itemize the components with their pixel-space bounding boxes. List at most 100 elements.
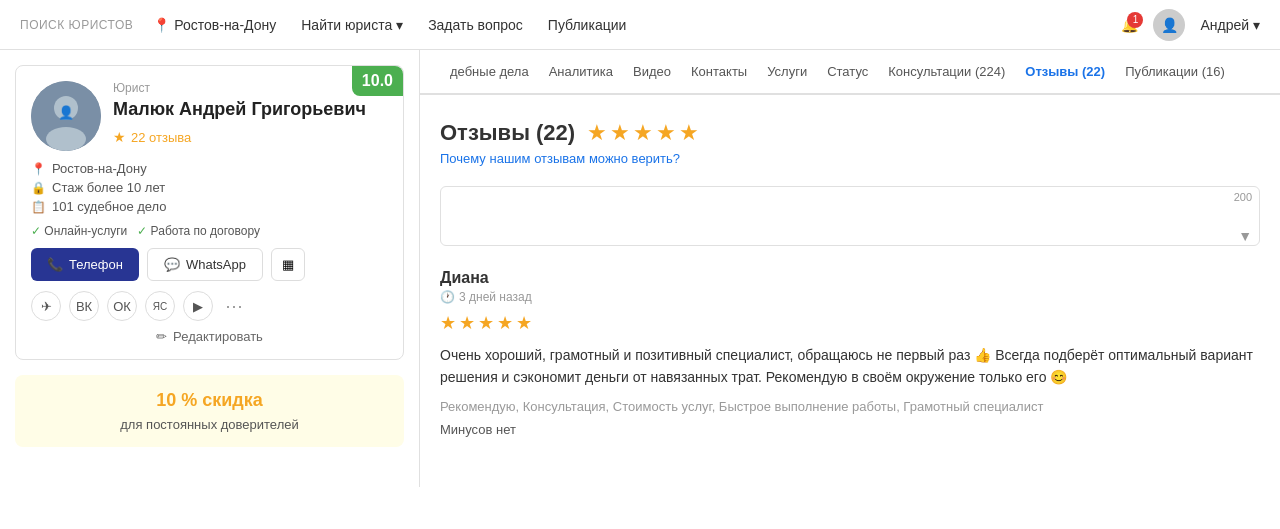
rating-stars: ★ ★ ★ ★ ★ [587, 120, 699, 146]
sidebar: 10.0 👤 Юрист Малюк Андрей Григорьевич ★ [0, 50, 420, 487]
textarea-expand-icon[interactable]: ▼ [1238, 228, 1252, 244]
reviewer-name: Диана [440, 269, 1260, 287]
discount-desc: для постоянных доверителей [30, 417, 389, 432]
tab-reviews[interactable]: Отзывы (22) [1015, 50, 1115, 95]
tab-contacts-label: Контакты [691, 64, 747, 79]
lawyer-experience: 🔒 Стаж более 10 лет [31, 180, 388, 195]
main-container: 10.0 👤 Юрист Малюк Андрей Григорьевич ★ [0, 50, 1280, 487]
tab-video[interactable]: Видео [623, 50, 681, 95]
svg-text:👤: 👤 [58, 104, 75, 121]
right-content: дебные дела Аналитика Видео Контакты Усл… [420, 50, 1280, 487]
telegram-icon[interactable]: ✈ [31, 291, 61, 321]
nav-publications[interactable]: Публикации [548, 17, 626, 33]
review-text: Очень хороший, грамотный и позитивный сп… [440, 344, 1260, 389]
tab-consultations-label: Консультации (224) [888, 64, 1005, 79]
tab-analytics[interactable]: Аналитика [539, 50, 623, 95]
tab-contacts[interactable]: Контакты [681, 50, 757, 95]
nav-find-lawyer-label: Найти юриста ▾ [301, 17, 403, 33]
edit-icon: ✏ [156, 329, 167, 344]
review-stars: ★ ★ ★ ★ ★ [440, 312, 1260, 334]
whatsapp-button[interactable]: 💬 WhatsApp [147, 248, 263, 281]
contract-label: Работа по договору [151, 224, 260, 238]
review-star-2: ★ [459, 312, 475, 334]
clock-icon: 🕐 [440, 290, 455, 304]
phone-button[interactable]: 📞 Телефон [31, 248, 139, 281]
qr-button[interactable]: ▦ [271, 248, 305, 281]
check-icon-1: ✓ [31, 224, 41, 238]
header-left: ПОИСК ЮРИСТОВ 📍 Ростов-на-Дону Найти юри… [20, 17, 626, 33]
experience-icon: 🔒 [31, 181, 46, 195]
review-minus: Минусов нет [440, 422, 1260, 437]
tab-services[interactable]: Услуги [757, 50, 817, 95]
whatsapp-label: WhatsApp [186, 257, 246, 272]
lawyer-details: 📍 Ростов-на-Дону 🔒 Стаж более 10 лет 📋 1… [31, 161, 388, 214]
search-lawyers-label: ПОИСК ЮРИСТОВ [20, 18, 133, 32]
nav-ask-question-label: Задать вопрос [428, 17, 523, 33]
review-textarea[interactable] [440, 186, 1260, 246]
tab-court-cases-label: дебные дела [450, 64, 529, 79]
reviews-text: 22 отзыва [131, 130, 191, 145]
review-tags: Рекомендую, Консультация, Стоимость услу… [440, 399, 1260, 414]
star-1: ★ [587, 120, 607, 146]
contract-check: ✓ Работа по договору [137, 224, 260, 238]
tab-publications-label: Публикации (16) [1125, 64, 1225, 79]
reviews-header: Отзывы (22) ★ ★ ★ ★ ★ [440, 120, 1260, 146]
tab-status[interactable]: Статус [817, 50, 878, 95]
lawyer-name: Малюк Андрей Григорьевич [113, 98, 366, 121]
location-label: Ростов-на-Дону [174, 17, 276, 33]
star-icon: ★ [113, 129, 126, 145]
cases-icon: 📋 [31, 200, 46, 214]
location-item[interactable]: 📍 Ростов-на-Дону [153, 17, 276, 33]
action-buttons: 📞 Телефон 💬 WhatsApp ▦ [31, 248, 388, 281]
tab-publications[interactable]: Публикации (16) [1115, 50, 1235, 95]
phone-label: Телефон [69, 257, 123, 272]
notifications-bell[interactable]: 🔔 1 [1121, 17, 1138, 33]
header: ПОИСК ЮРИСТОВ 📍 Ростов-на-Дону Найти юри… [0, 0, 1280, 50]
lawyer-cases: 📋 101 судебное дело [31, 199, 388, 214]
vk-icon[interactable]: ВК [69, 291, 99, 321]
user-avatar: 👤 [1153, 9, 1185, 41]
user-name[interactable]: Андрей ▾ [1200, 17, 1260, 33]
review-textarea-wrap: 200 ▼ [440, 186, 1260, 249]
reviews-section: Отзывы (22) ★ ★ ★ ★ ★ Почему нашим отзыв… [420, 95, 1280, 487]
review-star-3: ★ [478, 312, 494, 334]
trust-link[interactable]: Почему нашим отзывам можно верить? [440, 151, 1260, 166]
lawyer-location-text: Ростов-на-Дону [52, 161, 147, 176]
lawyer-text-info: Юрист Малюк Андрей Григорьевич ★ 22 отзы… [113, 81, 366, 145]
location-pin-icon: 📍 [153, 17, 170, 33]
reviews-title: Отзывы (22) [440, 120, 575, 146]
tab-consultations[interactable]: Консультации (224) [878, 50, 1015, 95]
lawyer-avatar: 👤 [31, 81, 101, 151]
star-3: ★ [633, 120, 653, 146]
lawyer-title: Юрист [113, 81, 366, 95]
review-time: 🕐 3 дней назад [440, 290, 1260, 304]
lawyer-cases-text: 101 судебное дело [52, 199, 167, 214]
review-star-1: ★ [440, 312, 456, 334]
review-star-4: ★ [497, 312, 513, 334]
tab-court-cases[interactable]: дебные дела [440, 50, 539, 95]
yc-icon[interactable]: ЯС [145, 291, 175, 321]
location-icon: 📍 [31, 162, 46, 176]
tab-services-label: Услуги [767, 64, 807, 79]
more-options-icon[interactable]: ⋯ [225, 295, 243, 317]
nav-find-lawyer[interactable]: Найти юриста ▾ [301, 17, 403, 33]
tab-reviews-label: Отзывы (22) [1025, 64, 1105, 79]
lawyer-card: 10.0 👤 Юрист Малюк Андрей Григорьевич ★ [15, 65, 404, 360]
qr-icon: ▦ [282, 257, 294, 272]
review-item: Диана 🕐 3 дней назад ★ ★ ★ ★ ★ Очень хор… [440, 269, 1260, 437]
review-time-text: 3 дней назад [459, 290, 532, 304]
check-icon-2: ✓ [137, 224, 147, 238]
youtube-icon[interactable]: ▶ [183, 291, 213, 321]
ok-icon[interactable]: ОК [107, 291, 137, 321]
online-check: ✓ Онлайн-услуги [31, 224, 127, 238]
edit-button[interactable]: ✏ Редактировать [31, 329, 388, 344]
tabs-bar: дебные дела Аналитика Видео Контакты Усл… [420, 50, 1280, 95]
svg-point-2 [46, 127, 86, 151]
discount-block: 10 % скидка для постоянных доверителей [15, 375, 404, 447]
rating-badge: 10.0 [352, 66, 403, 96]
avatar-icon: 👤 [1161, 17, 1178, 33]
nav-ask-question[interactable]: Задать вопрос [428, 17, 523, 33]
tab-status-label: Статус [827, 64, 868, 79]
char-count: 200 [1234, 191, 1252, 203]
star-5: ★ [679, 120, 699, 146]
